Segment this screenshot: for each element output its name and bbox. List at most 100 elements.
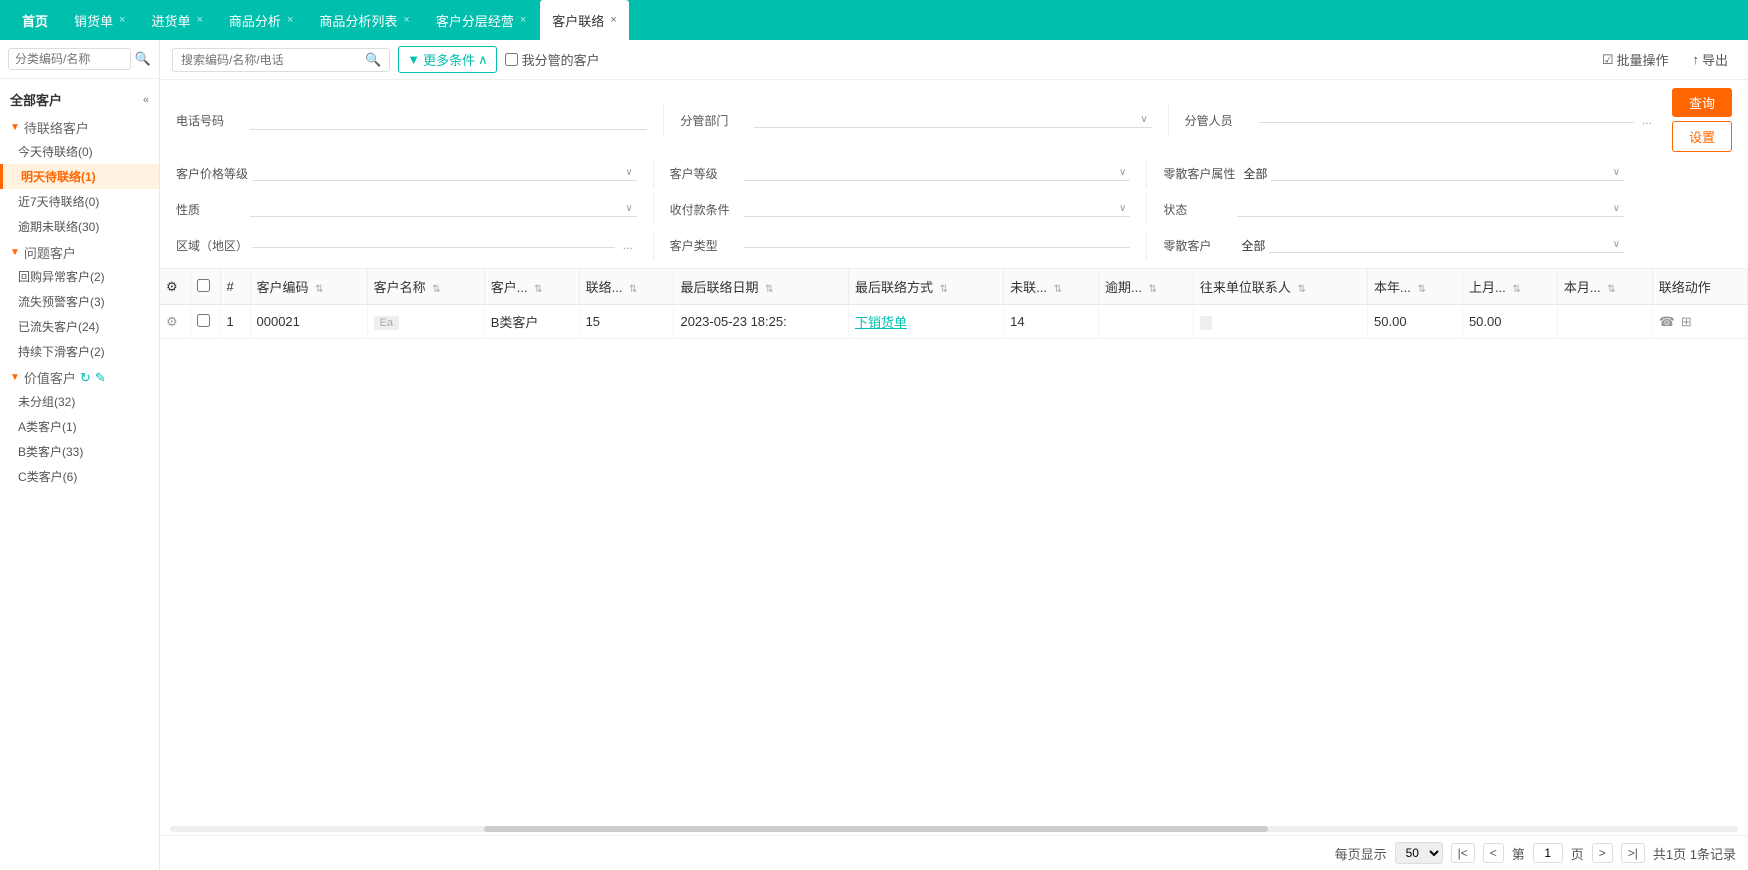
select-all-checkbox[interactable] <box>197 279 210 292</box>
sidebar-search-icon[interactable]: 🔍 <box>135 51 151 67</box>
col-type-sort[interactable]: ⇅ <box>534 284 542 295</box>
row-checkbox <box>190 305 220 339</box>
nav-product-analysis[interactable]: 商品分析 × <box>217 0 305 40</box>
sidebar-item-7days[interactable]: 近7天待联络(0) <box>0 189 159 214</box>
filter-retail-attr-select[interactable]: ∨ <box>1271 165 1624 181</box>
retail-cust-chevron: ∨ <box>1613 239 1620 250</box>
col-last-date-sort[interactable]: ⇅ <box>765 284 773 295</box>
col-not-contact-sort[interactable]: ⇅ <box>1054 284 1062 295</box>
my-customers-checkbox[interactable] <box>505 53 518 66</box>
checkbox-icon: ☑ <box>1602 52 1614 68</box>
filter-nature-select[interactable]: ∨ <box>250 201 637 217</box>
nav-customer-tier[interactable]: 客户分层经营 × <box>424 0 538 40</box>
section-pending-contact: ▼ 待联络客户 <box>0 114 159 139</box>
export-btn[interactable]: ↑ 导出 <box>1684 47 1736 72</box>
col-this-month-sort[interactable]: ⇅ <box>1607 284 1615 295</box>
nav-customer-tier-close[interactable]: × <box>520 14 526 26</box>
row-last-way-link[interactable]: 下销货单 <box>855 315 907 330</box>
sidebar-item-tomorrow[interactable]: 明天待联络(1) <box>0 164 159 189</box>
sidebar-item-declining[interactable]: 持续下滑客户(2) <box>0 339 159 364</box>
prev-page-btn[interactable]: < <box>1483 843 1504 863</box>
col-last-month-sort[interactable]: ⇅ <box>1512 284 1520 295</box>
filter-cust-rank-select[interactable]: ∨ <box>744 165 1131 181</box>
row-gear[interactable]: ⚙ <box>160 305 190 339</box>
col-code-sort[interactable]: ⇅ <box>315 284 323 295</box>
col-this-year-sort[interactable]: ⇅ <box>1418 284 1426 295</box>
filter-person-dots[interactable]: ... <box>1638 113 1656 127</box>
col-num: # <box>220 269 250 305</box>
filter-retail-cust-select[interactable]: ∨ <box>1269 237 1624 253</box>
row-select-checkbox[interactable] <box>197 314 210 327</box>
query-btn[interactable]: 查询 <box>1672 88 1732 117</box>
col-last-way-sort[interactable]: ⇅ <box>940 284 948 295</box>
col-contact-sort[interactable]: ⇅ <box>629 284 637 295</box>
collapse-icon: « <box>143 94 149 106</box>
nav-product-list-close[interactable]: × <box>403 14 409 26</box>
sidebar-item-c-class[interactable]: C类客户(6) <box>0 464 159 489</box>
h-scroll-thumb[interactable] <box>484 826 1268 832</box>
first-page-btn[interactable]: |< <box>1451 843 1475 863</box>
row-last-way: 下销货单 <box>848 305 1003 339</box>
refresh-icon[interactable]: ↻ <box>80 370 91 386</box>
sidebar-item-ungroup[interactable]: 未分组(32) <box>0 389 159 414</box>
per-page-select[interactable]: 50 <box>1395 842 1443 864</box>
action-grid-icon[interactable]: ⊞ <box>1681 314 1692 330</box>
nav-customer-contact-close[interactable]: × <box>610 14 616 26</box>
nav-purchase[interactable]: 进货单 × <box>139 0 214 40</box>
filter-phone: 电话号码 <box>176 111 647 130</box>
dept-chevron: ∨ <box>1140 114 1147 125</box>
col-unit-contact: 往来单位联系人 ⇅ <box>1193 269 1367 305</box>
sidebar-item-churned[interactable]: 已流失客户(24) <box>0 314 159 339</box>
nav-product-analysis-close[interactable]: × <box>287 14 293 26</box>
sidebar-item-today[interactable]: 今天待联络(0) <box>0 139 159 164</box>
sidebar-all-customers[interactable]: 全部客户 « <box>0 85 159 114</box>
row-this-year: 50.00 <box>1368 305 1463 339</box>
edit-icon[interactable]: ✎ <box>95 370 106 386</box>
page-num-input[interactable] <box>1533 843 1563 863</box>
sidebar-item-a-class[interactable]: A类客户(1) <box>0 414 159 439</box>
toolbar-search-icon[interactable]: 🔍 <box>365 52 381 68</box>
batch-op-btn[interactable]: ☑ 批量操作 <box>1594 47 1677 72</box>
nav-home[interactable]: 首页 <box>10 0 60 40</box>
triangle-icon3: ▼ <box>10 372 20 383</box>
nav-customer-contact[interactable]: 客户联络 × <box>540 0 628 40</box>
action-phone-icon[interactable]: ☎ <box>1659 314 1675 330</box>
settings-icon[interactable]: ⚙ <box>166 279 178 294</box>
sidebar-item-b-class[interactable]: B类客户(33) <box>0 439 159 464</box>
filter-area-dots[interactable]: ... <box>619 238 637 252</box>
filter-person: 分管人员 ... <box>1185 112 1656 129</box>
filter-payment-select[interactable]: ∨ <box>744 201 1131 217</box>
nav-purchase-close[interactable]: × <box>196 14 202 26</box>
nav-sales-close[interactable]: × <box>119 14 125 26</box>
nav-product-list[interactable]: 商品分析列表 × <box>307 0 421 40</box>
toolbar-search-input[interactable] <box>181 53 361 67</box>
reset-btn[interactable]: 设置 <box>1672 121 1732 152</box>
row-last-month: 50.00 <box>1462 305 1557 339</box>
next-page-btn[interactable]: > <box>1592 843 1613 863</box>
my-customers-checkbox-label[interactable]: 我分管的客户 <box>505 50 600 69</box>
filter-area-select[interactable] <box>252 243 615 248</box>
h-scroll-container[interactable] <box>160 823 1748 835</box>
col-last-month: 上月... ⇅ <box>1462 269 1557 305</box>
filter-more-btn[interactable]: ▼ 更多条件 ∧ <box>398 46 496 73</box>
last-page-btn[interactable]: >| <box>1621 843 1645 863</box>
col-unit-contact-sort[interactable]: ⇅ <box>1298 284 1306 295</box>
filter-value-rank-select[interactable]: ∨ <box>252 165 637 181</box>
triangle-icon: ▼ <box>10 122 20 133</box>
filter-phone-input[interactable] <box>250 111 647 130</box>
col-overdue-sort[interactable]: ⇅ <box>1148 284 1156 295</box>
filter-person-select[interactable] <box>1259 118 1634 123</box>
row-type: B类客户 <box>484 305 579 339</box>
filter-status-select[interactable]: ∨ <box>1237 201 1624 217</box>
filter-cust-type-select[interactable] <box>744 243 1131 248</box>
sidebar-search-input[interactable] <box>8 48 131 70</box>
filter-dept-select[interactable]: ∨ <box>754 112 1151 128</box>
filter-retail-cust: 零散客户 全部 ∨ <box>1163 237 1624 254</box>
sidebar-item-churn-warning[interactable]: 流失预警客户(3) <box>0 289 159 314</box>
nav-sales[interactable]: 销货单 × <box>62 0 137 40</box>
col-name-sort[interactable]: ⇅ <box>432 284 440 295</box>
toolbar: 🔍 ▼ 更多条件 ∧ 我分管的客户 ☑ 批量操作 ↑ 导出 <box>160 40 1748 80</box>
sidebar-item-abnormal[interactable]: 回购异常客户(2) <box>0 264 159 289</box>
sidebar-item-overdue[interactable]: 逾期未联络(30) <box>0 214 159 239</box>
h-scroll-track[interactable] <box>170 826 1738 832</box>
